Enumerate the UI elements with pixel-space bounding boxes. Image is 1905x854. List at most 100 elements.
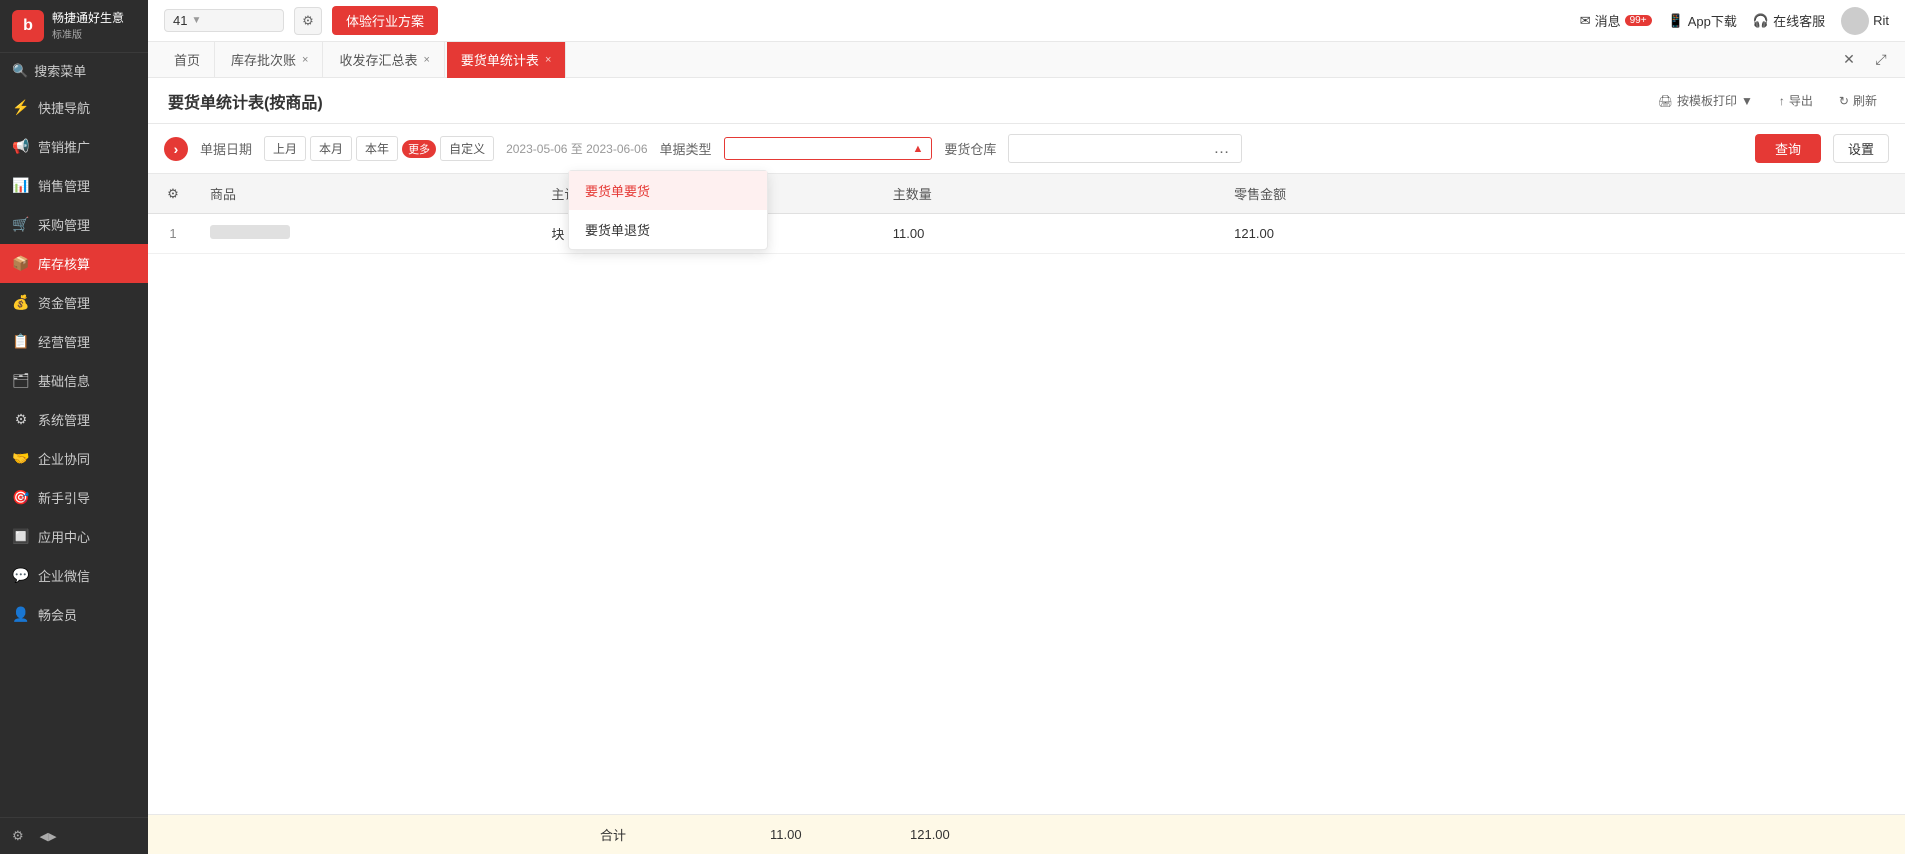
nav-icon-operation: 📋: [12, 333, 30, 351]
online-support-label: 在线客服: [1773, 11, 1825, 30]
col-settings[interactable]: ⚙: [148, 174, 198, 214]
warehouse-input[interactable]: [1017, 138, 1209, 159]
footer-amount: 121.00: [910, 827, 950, 842]
logo-area: b 畅捷通好生意 标准版: [0, 0, 148, 53]
trial-button[interactable]: 体验行业方案: [332, 6, 438, 35]
nav-icon-wechat-biz: 💬: [12, 567, 30, 585]
date-label: 单据日期: [200, 139, 252, 158]
tabs-right-actions: ✕ ⤢: [1837, 48, 1893, 72]
store-selector[interactable]: 41 ▼: [164, 9, 284, 32]
sidebar-item-purchase[interactable]: 🛒采购管理: [0, 205, 148, 244]
warehouse-label: 要货仓库: [944, 139, 996, 158]
col-qty: 主数量: [881, 174, 1222, 214]
nav-icon-finance: 💰: [12, 294, 30, 312]
user-area[interactable]: Rit: [1841, 7, 1889, 35]
nav-label-sales: 销售管理: [38, 176, 90, 195]
sidebar-item-operation[interactable]: 📋经营管理: [0, 322, 148, 361]
type-input[interactable]: [733, 141, 909, 156]
dropdown-item-return[interactable]: 要货单退货: [569, 210, 767, 249]
footer-qty: 11.00: [770, 827, 890, 842]
messages-badge: 99+: [1625, 15, 1652, 26]
query-button[interactable]: 查询: [1755, 134, 1821, 163]
sidebar-item-marketing[interactable]: 📢 营销推广: [0, 127, 148, 166]
collapse-icon[interactable]: ◀▶: [40, 830, 57, 843]
refresh-label: 刷新: [1853, 92, 1877, 109]
nav-label-enterprise: 企业协同: [38, 449, 90, 468]
sidebar-item-wechat-biz[interactable]: 💬 企业微信: [0, 556, 148, 595]
date-custom-button[interactable]: 自定义: [440, 136, 494, 161]
row-extra: [1564, 214, 1905, 254]
tab-close-batch-account[interactable]: ×: [302, 54, 308, 66]
topbar-settings-button[interactable]: ⚙: [294, 7, 322, 35]
nav-label-marketing: 营销推广: [38, 137, 90, 156]
settings-icon[interactable]: ⚙: [12, 828, 24, 844]
nav-label-system: 系统管理: [38, 410, 90, 429]
nav-icon-quick-nav: ⚡: [12, 99, 30, 117]
messages-button[interactable]: ✉ 消息 99+: [1580, 11, 1652, 30]
logo-text: 畅捷通好生意: [52, 11, 124, 27]
nav-label-wechat-biz: 企业微信: [38, 566, 90, 585]
sidebar-item-inventory[interactable]: 📦库存核算: [0, 244, 148, 283]
tab-close-receive-summary[interactable]: ×: [423, 54, 429, 66]
messages-label: 消息: [1595, 11, 1621, 30]
print-label: 按模板打印: [1677, 92, 1737, 109]
tab-expand-button[interactable]: ⤢: [1869, 48, 1893, 72]
sidebar-item-member[interactable]: 👤畅会员: [0, 595, 148, 634]
online-support-button[interactable]: 🎧 在线客服: [1753, 11, 1825, 30]
tab-label-batch-account: 库存批次账: [231, 50, 296, 69]
sidebar-search[interactable]: 🔍 搜索菜单: [0, 53, 148, 88]
col-extra: [1564, 174, 1905, 214]
sidebar-item-enterprise[interactable]: 🤝企业协同: [0, 439, 148, 478]
last-month-button[interactable]: 上月: [264, 136, 306, 161]
row-seq: 1: [148, 214, 198, 254]
gear-icon: ⚙: [302, 13, 314, 29]
tab-close-requisition-stats[interactable]: ×: [545, 54, 551, 66]
type-select[interactable]: ▲: [724, 137, 933, 160]
tab-requisition-stats[interactable]: 要货单统计表 ×: [447, 42, 566, 78]
tab-label-requisition-stats: 要货单统计表: [461, 50, 539, 69]
nav-label-finance: 资金管理: [38, 293, 90, 312]
sidebar-item-sales[interactable]: 📊销售管理: [0, 166, 148, 205]
content-area: 要货单统计表(按商品) 🖨 按模板打印 ▼ ↑ 导出 ↻ 刷新 ›: [148, 78, 1905, 854]
dropdown-arrow-icon: ▼: [191, 15, 201, 26]
tab-home[interactable]: 首页: [160, 42, 215, 78]
product-blurred: [210, 225, 290, 239]
row-qty: 11.00: [881, 214, 1222, 254]
nav-label-app-center: 应用中心: [38, 527, 90, 546]
nav-icon-marketing: 📢: [12, 138, 30, 156]
nav-label-quick-nav: 快捷导航: [38, 98, 90, 117]
main-area: 41 ▼ ⚙ 体验行业方案 ✉ 消息 99+ 📱 App下载 🎧 在线客服 R: [148, 0, 1905, 854]
nav-icon-purchase: 🛒: [12, 216, 30, 234]
app-download-button[interactable]: 📱 App下载: [1668, 11, 1737, 30]
print-icon: 🖨: [1658, 94, 1673, 108]
warehouse-more-button[interactable]: …: [1209, 140, 1233, 158]
sidebar-item-guide[interactable]: 🎯新手引导: [0, 478, 148, 517]
logo-sub: 标准版: [52, 26, 124, 41]
nav-icon-app-center: 🔲: [12, 528, 30, 546]
tab-label-receive-summary: 收发存汇总表: [339, 50, 417, 69]
this-year-button[interactable]: 本年: [356, 136, 398, 161]
user-name: Rit: [1873, 13, 1889, 28]
export-button[interactable]: ↑ 导出: [1771, 88, 1821, 113]
this-month-button[interactable]: 本月: [310, 136, 352, 161]
nav-label-inventory: 库存核算: [38, 254, 90, 273]
row-amount: 121.00: [1222, 214, 1563, 254]
page-actions: 🖨 按模板打印 ▼ ↑ 导出 ↻ 刷新: [1650, 88, 1885, 123]
print-button[interactable]: 🖨 按模板打印 ▼: [1650, 88, 1761, 113]
sidebar-item-basic[interactable]: 🗂基础信息: [0, 361, 148, 400]
date-more-badge[interactable]: 更多: [402, 140, 436, 158]
sidebar-item-quick-nav[interactable]: ⚡ 快捷导航: [0, 88, 148, 127]
tab-close-button[interactable]: ✕: [1837, 48, 1861, 72]
tab-batch-account[interactable]: 库存批次账 ×: [217, 42, 323, 78]
filter-toggle-button[interactable]: ›: [164, 137, 188, 161]
sidebar-item-finance[interactable]: 💰 资金管理: [0, 283, 148, 322]
headset-icon: 🎧: [1753, 13, 1769, 29]
table-area: ⚙ 商品 主计量单位 主数量 零售金额 1 块: [148, 174, 1905, 814]
logo-text-area: 畅捷通好生意 标准版: [52, 11, 124, 42]
dropdown-item-order[interactable]: 要货单要货: [569, 171, 767, 210]
sidebar-item-app-center[interactable]: 🔲 应用中心: [0, 517, 148, 556]
tab-receive-summary[interactable]: 收发存汇总表 ×: [325, 42, 444, 78]
setup-button[interactable]: 设置: [1833, 134, 1889, 163]
refresh-button[interactable]: ↻ 刷新: [1831, 88, 1885, 113]
sidebar-item-system[interactable]: ⚙系统管理: [0, 400, 148, 439]
